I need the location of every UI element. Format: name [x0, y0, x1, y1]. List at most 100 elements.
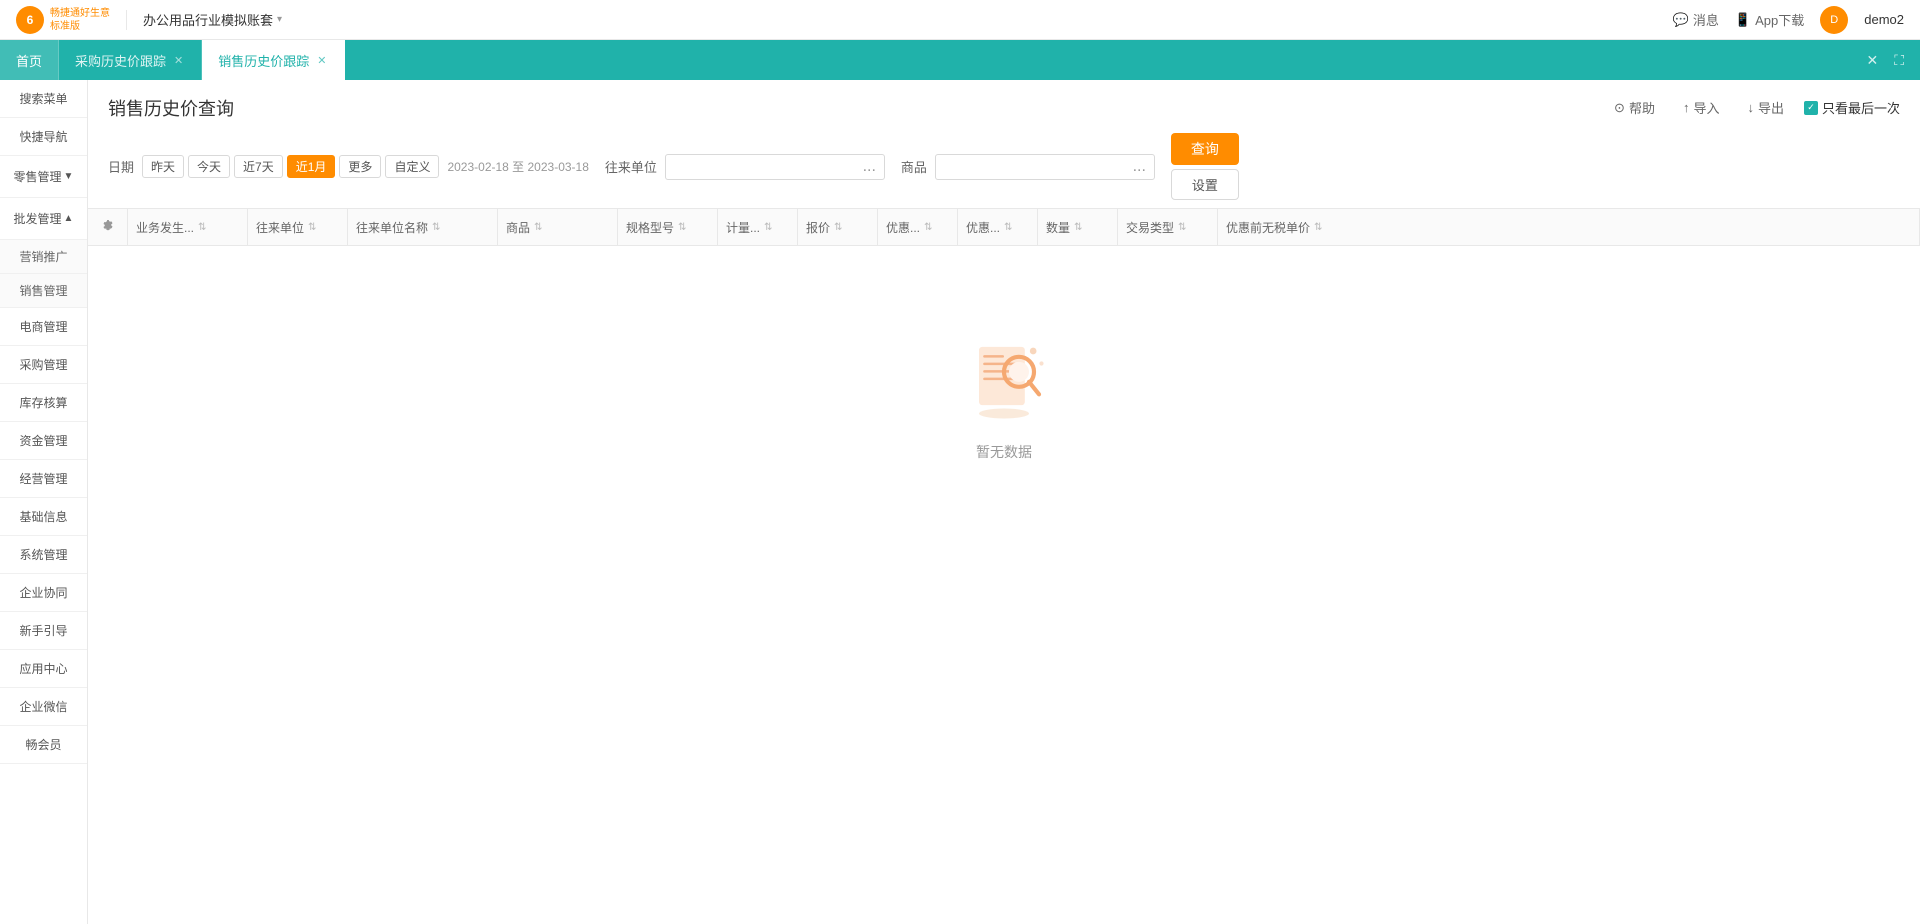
- sidebar-enterprise-wechat-label: 企业微信: [19, 698, 67, 715]
- import-icon: ↑: [1683, 100, 1690, 115]
- sidebar-item-new-guide[interactable]: 新手引导: [0, 612, 87, 650]
- sidebar: 搜索菜单 快捷导航 零售管理 ▼ 批发管理 ▲ 营销推广 销售管理 电商管理 采…: [0, 80, 88, 924]
- user-avatar[interactable]: D: [1820, 6, 1848, 34]
- th-pre-tax-price-sort-icon: ⇅: [1314, 222, 1322, 233]
- goods-dots-icon[interactable]: ...: [1133, 158, 1146, 176]
- date-btn-more[interactable]: 更多: [339, 155, 381, 178]
- partner-input[interactable]: [674, 159, 863, 174]
- table-header: 业务发生... ⇅ 往来单位 ⇅ 往来单位名称 ⇅ 商品 ⇅ 规格型号 ⇅: [88, 209, 1920, 246]
- empty-state-icon: [954, 326, 1054, 426]
- sidebar-item-quick-nav[interactable]: 快捷导航: [0, 118, 87, 156]
- th-biz-date-sort-icon: ⇅: [198, 222, 206, 233]
- th-pre-tax-price[interactable]: 优惠前无税单价 ⇅: [1218, 209, 1920, 245]
- tab-sales-history[interactable]: 销售历史价跟踪 ✕: [202, 40, 345, 80]
- th-trade-type[interactable]: 交易类型 ⇅: [1118, 209, 1218, 245]
- workspace-selector[interactable]: 办公用品行业模拟账套 ▾: [143, 10, 282, 29]
- sidebar-purchase-mgmt-label: 采购管理: [19, 356, 67, 373]
- sidebar-item-purchase-mgmt[interactable]: 采购管理: [0, 346, 87, 384]
- page-title-row: 销售历史价查询 ⊙ 帮助 ↑ 导入 ↓ 导出 ✓: [108, 94, 1900, 121]
- sidebar-item-retail-mgmt[interactable]: 零售管理 ▼: [0, 156, 87, 198]
- tab-purchase-history-label: 采购历史价跟踪: [75, 51, 166, 70]
- date-btn-yesterday[interactable]: 昨天: [142, 155, 184, 178]
- th-goods[interactable]: 商品 ⇅: [498, 209, 618, 245]
- tab-home-label: 首页: [16, 51, 42, 70]
- partner-input-area[interactable]: ...: [665, 154, 885, 180]
- sidebar-retail-mgmt-arrow-icon: ▼: [64, 171, 74, 182]
- th-quote[interactable]: 报价 ⇅: [798, 209, 878, 245]
- th-unit[interactable]: 计量... ⇅: [718, 209, 798, 245]
- th-discount1-label: 优惠...: [886, 219, 920, 236]
- th-discount1-sort-icon: ⇅: [924, 222, 932, 233]
- th-quote-label: 报价: [806, 219, 830, 236]
- top-header: 6 畅捷通好生意 标准版 办公用品行业模拟账套 ▾ 💬 消息 📱 App下载 D…: [0, 0, 1920, 40]
- th-settings[interactable]: [88, 209, 128, 245]
- fullscreen-icon[interactable]: ⛶: [1890, 48, 1908, 73]
- sidebar-wholesale-mgmt-label: 批发管理: [14, 210, 62, 227]
- app-download-action[interactable]: 📱 App下载: [1735, 10, 1804, 29]
- help-icon: ⊙: [1614, 100, 1625, 116]
- th-partner-code-label: 往来单位: [256, 219, 304, 236]
- sidebar-item-inventory[interactable]: 库存核算: [0, 384, 87, 422]
- page-actions: ⊙ 帮助 ↑ 导入 ↓ 导出 ✓ 只看最后一次: [1606, 94, 1900, 121]
- sidebar-item-marketing[interactable]: 营销推广: [0, 240, 87, 274]
- th-partner-name[interactable]: 往来单位名称 ⇅: [348, 209, 498, 245]
- th-discount2[interactable]: 优惠... ⇅: [958, 209, 1038, 245]
- sidebar-ops-mgmt-label: 经营管理: [19, 470, 67, 487]
- sidebar-item-enterprise-coop[interactable]: 企业协同: [0, 574, 87, 612]
- th-discount2-sort-icon: ⇅: [1004, 222, 1012, 233]
- th-discount1[interactable]: 优惠... ⇅: [878, 209, 958, 245]
- help-label: 帮助: [1629, 98, 1655, 117]
- sidebar-app-center-label: 应用中心: [19, 660, 67, 677]
- th-unit-sort-icon: ⇅: [764, 222, 772, 233]
- sidebar-item-finance-mgmt[interactable]: 资金管理: [0, 422, 87, 460]
- th-spec[interactable]: 规格型号 ⇅: [618, 209, 718, 245]
- th-partner-code[interactable]: 往来单位 ⇅: [248, 209, 348, 245]
- sidebar-member-label: 畅会员: [25, 736, 61, 753]
- sidebar-item-enterprise-wechat[interactable]: 企业微信: [0, 688, 87, 726]
- date-btn-today[interactable]: 今天: [188, 155, 230, 178]
- sidebar-item-base-info[interactable]: 基础信息: [0, 498, 87, 536]
- th-spec-sort-icon: ⇅: [678, 222, 686, 233]
- help-button[interactable]: ⊙ 帮助: [1606, 94, 1663, 121]
- tab-home[interactable]: 首页: [0, 40, 59, 80]
- tab-purchase-history-close-icon[interactable]: ✕: [172, 52, 185, 69]
- th-quantity[interactable]: 数量 ⇅: [1038, 209, 1118, 245]
- th-trade-type-label: 交易类型: [1126, 219, 1174, 236]
- sidebar-item-ops-mgmt[interactable]: 经营管理: [0, 460, 87, 498]
- sidebar-item-sales-mgmt[interactable]: 销售管理: [0, 274, 87, 308]
- date-btn-last7days[interactable]: 近7天: [234, 155, 283, 178]
- goods-input-area[interactable]: ...: [935, 154, 1155, 180]
- sidebar-item-ecommerce-mgmt[interactable]: 电商管理: [0, 308, 87, 346]
- sidebar-item-member[interactable]: 畅会员: [0, 726, 87, 764]
- date-btn-custom[interactable]: 自定义: [385, 155, 439, 178]
- import-button[interactable]: ↑ 导入: [1675, 94, 1728, 121]
- th-biz-date[interactable]: 业务发生... ⇅: [128, 209, 248, 245]
- partner-dots-icon[interactable]: ...: [863, 158, 876, 176]
- empty-state-text: 暂无数据: [976, 442, 1032, 462]
- sidebar-item-wholesale-mgmt[interactable]: 批发管理 ▲: [0, 198, 87, 240]
- partner-filter: 往来单位 ...: [605, 154, 885, 180]
- checkbox-icon: ✓: [1804, 101, 1818, 115]
- goods-input[interactable]: [944, 159, 1133, 174]
- date-filter: 日期 昨天 今天 近7天 近1月 更多 自定义 2023-02-18 至 202…: [108, 155, 589, 178]
- date-btn-last1month[interactable]: 近1月: [287, 155, 336, 178]
- goods-label: 商品: [901, 157, 927, 176]
- export-button[interactable]: ↓ 导出: [1739, 94, 1792, 121]
- sidebar-search-menu-label: 搜索菜单: [19, 90, 67, 107]
- tab-purchase-history[interactable]: 采购历史价跟踪 ✕: [59, 40, 202, 80]
- close-all-tabs-icon[interactable]: ✕: [1862, 48, 1882, 73]
- sidebar-item-app-center[interactable]: 应用中心: [0, 650, 87, 688]
- sidebar-item-system-mgmt[interactable]: 系统管理: [0, 536, 87, 574]
- app-logo-text: 畅捷通好生意 标准版: [50, 7, 110, 33]
- only-last-checkbox[interactable]: ✓ 只看最后一次: [1804, 98, 1900, 117]
- date-buttons: 昨天 今天 近7天 近1月 更多 自定义: [142, 155, 439, 178]
- tab-sales-history-close-icon[interactable]: ✕: [315, 52, 328, 69]
- query-button[interactable]: 查询: [1171, 133, 1239, 165]
- sidebar-item-search-menu[interactable]: 搜索菜单: [0, 80, 87, 118]
- settings-button[interactable]: 设置: [1171, 169, 1239, 200]
- content-area: 销售历史价查询 ⊙ 帮助 ↑ 导入 ↓ 导出 ✓: [88, 80, 1920, 924]
- app-logo-icon: 6: [16, 6, 44, 34]
- header-left: 6 畅捷通好生意 标准版 办公用品行业模拟账套 ▾: [16, 6, 282, 34]
- th-unit-label: 计量...: [726, 219, 760, 236]
- message-action[interactable]: 💬 消息: [1673, 10, 1719, 29]
